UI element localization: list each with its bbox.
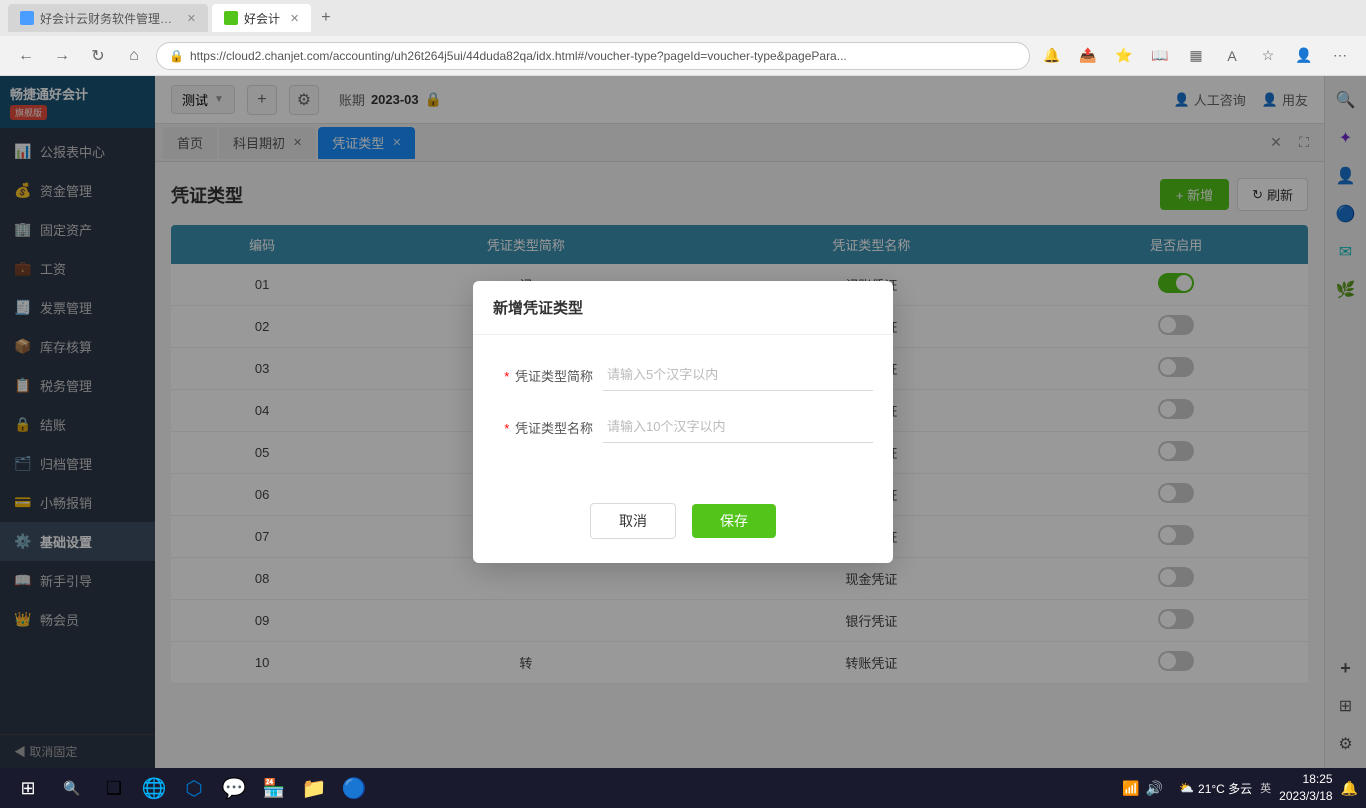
form-row-name: * 凭证类型名称: [493, 411, 873, 443]
taskbar-multitask[interactable]: ❑: [96, 770, 132, 806]
modal-body: * 凭证类型简称 * 凭证类型名称: [473, 335, 893, 487]
volume-icon[interactable]: 🔊: [1146, 780, 1163, 797]
lock-icon: 🔒: [169, 49, 184, 63]
weather-text: 21°C 多云: [1198, 780, 1252, 797]
cancel-label: 取消: [619, 513, 647, 529]
home-button[interactable]: ⌂: [120, 42, 148, 70]
taskbar-lang: 英: [1260, 780, 1271, 796]
address-bar: ← → ↻ ⌂ 🔒 https://cloud2.chanjet.com/acc…: [0, 36, 1366, 76]
reading-btn[interactable]: 📖: [1146, 42, 1174, 70]
sidebar-btn[interactable]: ▦: [1182, 42, 1210, 70]
browser-tab-1[interactable]: 好会计云财务软件管理系统_会计 ✕: [8, 4, 208, 32]
taskbar-wechat[interactable]: 💬: [216, 770, 252, 806]
collections-btn[interactable]: ☆: [1254, 42, 1282, 70]
taskbar-right-area: 📶 🔊 ⛅ 21°C 多云 英 18:25 2023/3/18 🔔: [1114, 771, 1358, 805]
form-row-abbr: * 凭证类型简称: [493, 359, 873, 391]
browser-tab-1-close[interactable]: ✕: [187, 12, 196, 25]
modal-header: 新增凭证类型: [473, 281, 893, 335]
taskbar-notification-button[interactable]: 🔔: [1341, 780, 1358, 797]
translate-btn[interactable]: A: [1218, 42, 1246, 70]
lang-label: 英: [1260, 780, 1271, 796]
save-label: 保存: [720, 513, 748, 529]
taskbar-store[interactable]: 🏪: [256, 770, 292, 806]
tab-favicon-1: [20, 11, 34, 25]
url-bar[interactable]: 🔒 https://cloud2.chanjet.com/accounting/…: [156, 42, 1030, 70]
profile-btn[interactable]: 👤: [1290, 42, 1318, 70]
taskbar-browser[interactable]: 🌐: [136, 770, 172, 806]
browser-tab-2-label: 好会计: [244, 10, 280, 27]
edge2-icon: 🔵: [342, 776, 367, 801]
extensions-btn[interactable]: 🔔: [1038, 42, 1066, 70]
url-text: https://cloud2.chanjet.com/accounting/uh…: [190, 49, 847, 63]
time-display: 18:25: [1279, 771, 1332, 788]
new-tab-button[interactable]: +: [315, 9, 336, 27]
taskbar-edge2[interactable]: 🔵: [336, 770, 372, 806]
network-icon[interactable]: 📶: [1122, 780, 1139, 797]
folder-icon: 📁: [302, 776, 327, 801]
form-label-abbr: * 凭证类型简称: [493, 366, 603, 385]
back-button[interactable]: ←: [12, 42, 40, 70]
cancel-button[interactable]: 取消: [590, 503, 676, 539]
form-label-name: * 凭证类型名称: [493, 418, 603, 437]
modal-footer: 取消 保存: [473, 487, 893, 563]
browser-icon: 🌐: [142, 776, 167, 801]
required-mark-abbr: *: [504, 369, 509, 384]
required-mark-name: *: [504, 421, 509, 436]
date-display: 2023/3/18: [1279, 788, 1332, 805]
taskbar-weather: ⛅ 21°C 多云: [1179, 780, 1252, 797]
field-name-label: 凭证类型名称: [515, 421, 593, 436]
taskbar: ⊞ 🔍 ❑ 🌐 ⬡ 💬 🏪 📁 🔵 📶 🔊 ⛅ 21°C 多云 英 18:25 …: [0, 768, 1366, 808]
modal-title: 新增凭证类型: [493, 300, 583, 317]
menu-btn[interactable]: ⋯: [1326, 42, 1354, 70]
store-icon: 🏪: [263, 778, 285, 799]
reload-button[interactable]: ↻: [84, 42, 112, 70]
taskbar-folder[interactable]: 📁: [296, 770, 332, 806]
field-name-input[interactable]: [603, 411, 873, 443]
multitask-icon: ❑: [106, 778, 122, 799]
browser-tab-2[interactable]: 好会计 ✕: [212, 4, 311, 32]
taskbar-edge[interactable]: ⬡: [176, 770, 212, 806]
tab-favicon-2: [224, 11, 238, 25]
weather-icon: ⛅: [1179, 781, 1194, 795]
browser-tab-2-close[interactable]: ✕: [290, 12, 299, 25]
share-btn[interactable]: 📤: [1074, 42, 1102, 70]
wechat-icon: 💬: [222, 776, 247, 801]
edge-icon: ⬡: [185, 776, 202, 801]
browser-tab-1-label: 好会计云财务软件管理系统_会计: [40, 10, 177, 27]
browser-chrome: 好会计云财务软件管理系统_会计 ✕ 好会计 ✕ + ← → ↻ ⌂ 🔒 http…: [0, 0, 1366, 76]
modal-overlay: 新增凭证类型 * 凭证类型简称 * 凭证类型名称 取消: [0, 76, 1366, 768]
favorites-btn[interactable]: ⭐: [1110, 42, 1138, 70]
save-button[interactable]: 保存: [692, 504, 776, 538]
taskbar-time[interactable]: 18:25 2023/3/18: [1279, 771, 1332, 805]
tab-bar: 好会计云财务软件管理系统_会计 ✕ 好会计 ✕ +: [0, 0, 1366, 36]
start-button[interactable]: ⊞: [8, 772, 48, 804]
taskbar-sys-icons: 📶 🔊: [1114, 780, 1171, 797]
field-abbr-input[interactable]: [603, 359, 873, 391]
new-voucher-type-modal: 新增凭证类型 * 凭证类型简称 * 凭证类型名称 取消: [473, 281, 893, 563]
taskbar-search-button[interactable]: 🔍: [52, 772, 92, 804]
forward-button[interactable]: →: [48, 42, 76, 70]
field-abbr-label: 凭证类型简称: [515, 369, 593, 384]
